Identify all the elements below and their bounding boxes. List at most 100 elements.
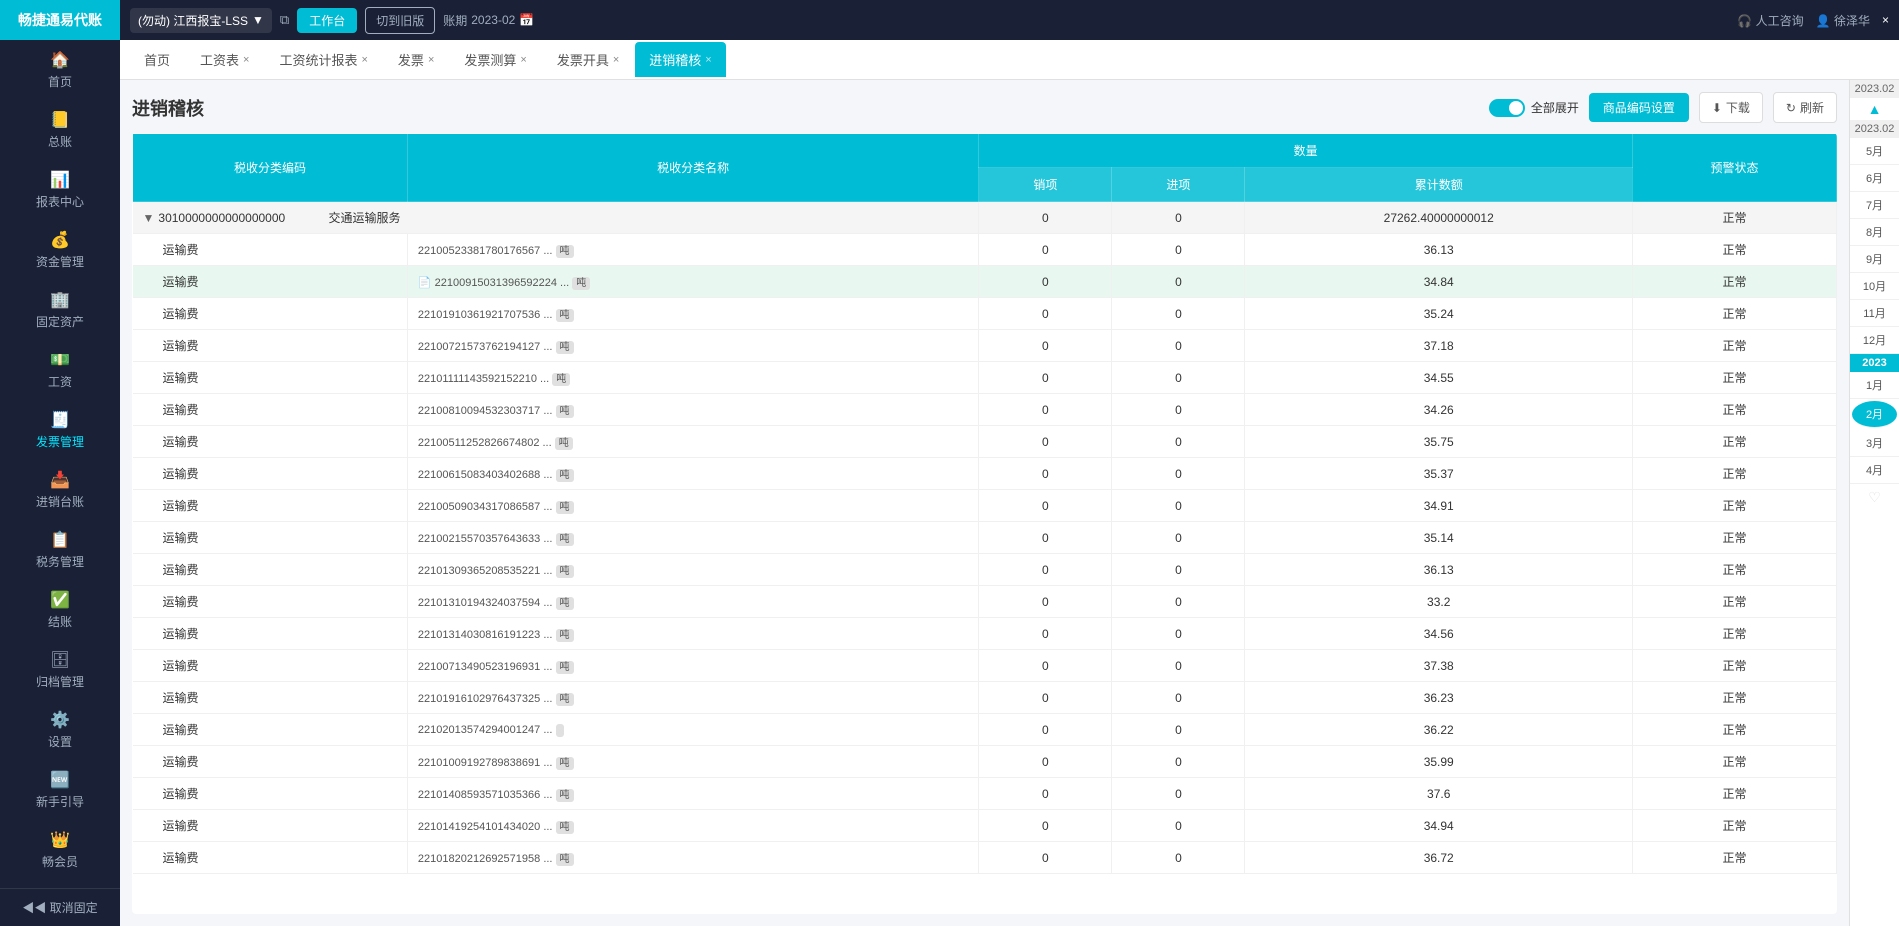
month-5[interactable]: 5月: [1850, 138, 1899, 165]
user-label[interactable]: 👤 徐泽华: [1816, 12, 1870, 29]
month-3[interactable]: 3月: [1850, 430, 1899, 457]
table-cell-status: 正常: [1632, 810, 1836, 842]
sidebar-item-guide[interactable]: 🆕 新手引导: [0, 760, 120, 820]
table-cell-cumulative: 37.38: [1245, 650, 1633, 682]
tab-salary-table[interactable]: 工资表 ×: [186, 42, 263, 77]
sidebar-item-assets[interactable]: 🏢 固定资产: [0, 280, 120, 340]
tab-label: 工资表: [200, 50, 239, 69]
tab-close-icon[interactable]: ×: [361, 54, 367, 66]
support-label[interactable]: 🎧 人工咨询: [1737, 12, 1803, 29]
col-tax-name: 税收分类名称: [407, 134, 978, 202]
sidebar-item-member[interactable]: 👑 畅会员: [0, 820, 120, 880]
table-cell-sales: 0: [979, 394, 1112, 426]
table-cell-status: 正常: [1632, 522, 1836, 554]
table-cell-cumulative: 36.23: [1245, 682, 1633, 714]
tab-bar: 首页 工资表 × 工资统计报表 × 发票 × 发票测算 × 发票开具 × 进销稽…: [120, 40, 1899, 80]
sidebar-item-home[interactable]: 🏠 首页: [0, 40, 120, 100]
month-8[interactable]: 8月: [1850, 219, 1899, 246]
invoice-icon: 🧾: [50, 410, 70, 430]
scroll-up-button[interactable]: ▲: [1850, 98, 1899, 120]
table-cell-status: 正常: [1632, 682, 1836, 714]
table-cell-status: 正常: [1632, 202, 1836, 234]
month-9[interactable]: 9月: [1850, 246, 1899, 273]
unpin-button[interactable]: ◀◀ 取消固定: [0, 888, 120, 926]
dropdown-arrow-icon: ▼: [252, 13, 264, 27]
sidebar-item-settle[interactable]: ✅ 结账: [0, 580, 120, 640]
copy-icon[interactable]: ⧉: [280, 12, 289, 28]
sidebar-item-incoming[interactable]: 📥 进销台账: [0, 460, 120, 520]
workspace-button[interactable]: 工作台: [297, 8, 357, 33]
tab-salary-stats[interactable]: 工资统计报表 ×: [265, 42, 381, 77]
table-cell-sales: 0: [979, 554, 1112, 586]
switch-button[interactable]: 切到旧版: [365, 7, 435, 34]
table-cell-invoice-code: 22100810094532303717 ... 吨: [407, 394, 978, 426]
table-cell-invoice-code: 22101910361921707536 ... 吨: [407, 298, 978, 330]
download-button[interactable]: ⬇ 下载: [1699, 92, 1763, 123]
close-button[interactable]: ×: [1882, 13, 1889, 27]
toggle-label: 全部展开: [1531, 99, 1579, 116]
incoming-icon: 📥: [50, 470, 70, 490]
tab-invoice-open[interactable]: 发票开具 ×: [543, 42, 633, 77]
table-cell-name: 运输费: [133, 618, 408, 650]
month-11[interactable]: 11月: [1850, 300, 1899, 327]
sidebar-item-label: 报表中心: [36, 193, 84, 210]
table-cell-purchase: 0: [1112, 266, 1245, 298]
refresh-button[interactable]: ↻ 刷新: [1773, 92, 1837, 123]
year-label-current: 2023: [1850, 354, 1899, 372]
month-2-active[interactable]: 2月: [1852, 401, 1897, 428]
product-code-button[interactable]: 商品编码设置: [1589, 93, 1689, 122]
table-cell-invoice-code: 22101419254101434020 ... 吨: [407, 810, 978, 842]
sidebar-item-tax[interactable]: 📋 税务管理: [0, 520, 120, 580]
sidebar-item-reports[interactable]: 📊 报表中心: [0, 160, 120, 220]
table-cell-purchase: 0: [1112, 650, 1245, 682]
sidebar-item-archive[interactable]: 🗄 归档管理: [0, 640, 120, 700]
tab-close-icon[interactable]: ×: [243, 54, 249, 66]
table-cell-sales: 0: [979, 426, 1112, 458]
table-cell-cumulative: 34.91: [1245, 490, 1633, 522]
table-cell-cumulative: 35.99: [1245, 746, 1633, 778]
tab-sales-check[interactable]: 进销稽核 ×: [635, 42, 725, 77]
table-cell-sales: 0: [979, 714, 1112, 746]
table-cell-purchase: 0: [1112, 842, 1245, 874]
sidebar-item-settings[interactable]: ⚙️ 设置: [0, 700, 120, 760]
table-cell-purchase: 0: [1112, 490, 1245, 522]
toggle-switch[interactable]: [1489, 99, 1525, 117]
table-cell-cumulative: 34.55: [1245, 362, 1633, 394]
month-12[interactable]: 12月: [1850, 327, 1899, 354]
month-7[interactable]: 7月: [1850, 192, 1899, 219]
table-cell-sales: 0: [979, 490, 1112, 522]
header-actions: 全部展开 商品编码设置 ⬇ 下载 ↻ 刷新: [1489, 92, 1837, 123]
home-icon: 🏠: [50, 50, 70, 70]
main-area: (勿动) 江西报宝-LSS ▼ ⧉ 工作台 切到旧版 账期 2023-02 📅 …: [120, 0, 1899, 926]
tab-invoice-calc[interactable]: 发票测算 ×: [450, 42, 540, 77]
sidebar-item-label: 设置: [48, 733, 72, 750]
month-6[interactable]: 6月: [1850, 165, 1899, 192]
sidebar-item-invoice[interactable]: 🧾 发票管理: [0, 400, 120, 460]
table-cell-status: 正常: [1632, 650, 1836, 682]
sidebar-item-salary[interactable]: 💵 工资: [0, 340, 120, 400]
tab-close-icon[interactable]: ×: [705, 54, 711, 66]
tab-home[interactable]: 首页: [130, 42, 184, 77]
sidebar-item-ledger[interactable]: 📒 总账: [0, 100, 120, 160]
calendar-icon[interactable]: 📅: [519, 13, 534, 27]
col-status: 预警状态: [1632, 134, 1836, 202]
tab-label: 进销稽核: [649, 50, 701, 69]
month-4[interactable]: 4月: [1850, 457, 1899, 484]
month-10[interactable]: 10月: [1850, 273, 1899, 300]
month-1[interactable]: 1月: [1850, 372, 1899, 399]
table-cell-cumulative: 34.56: [1245, 618, 1633, 650]
tab-close-icon[interactable]: ×: [428, 54, 434, 66]
table-cell-cumulative: 35.14: [1245, 522, 1633, 554]
tab-close-icon[interactable]: ×: [613, 54, 619, 66]
table-cell-invoice-code: 22100509034317086587 ... 吨: [407, 490, 978, 522]
table-cell-name: 运输费: [133, 778, 408, 810]
sidebar-item-capital[interactable]: 💰 资金管理: [0, 220, 120, 280]
sidebar-item-label: 首页: [48, 73, 72, 90]
tab-invoice[interactable]: 发票 ×: [384, 42, 448, 77]
tab-label: 工资统计报表: [279, 50, 357, 69]
tab-close-icon[interactable]: ×: [520, 54, 526, 66]
company-selector[interactable]: (勿动) 江西报宝-LSS ▼: [130, 8, 272, 33]
table-cell-sales: 0: [979, 682, 1112, 714]
table-cell-status: 正常: [1632, 362, 1836, 394]
page-title: 进销稽核: [132, 95, 204, 121]
